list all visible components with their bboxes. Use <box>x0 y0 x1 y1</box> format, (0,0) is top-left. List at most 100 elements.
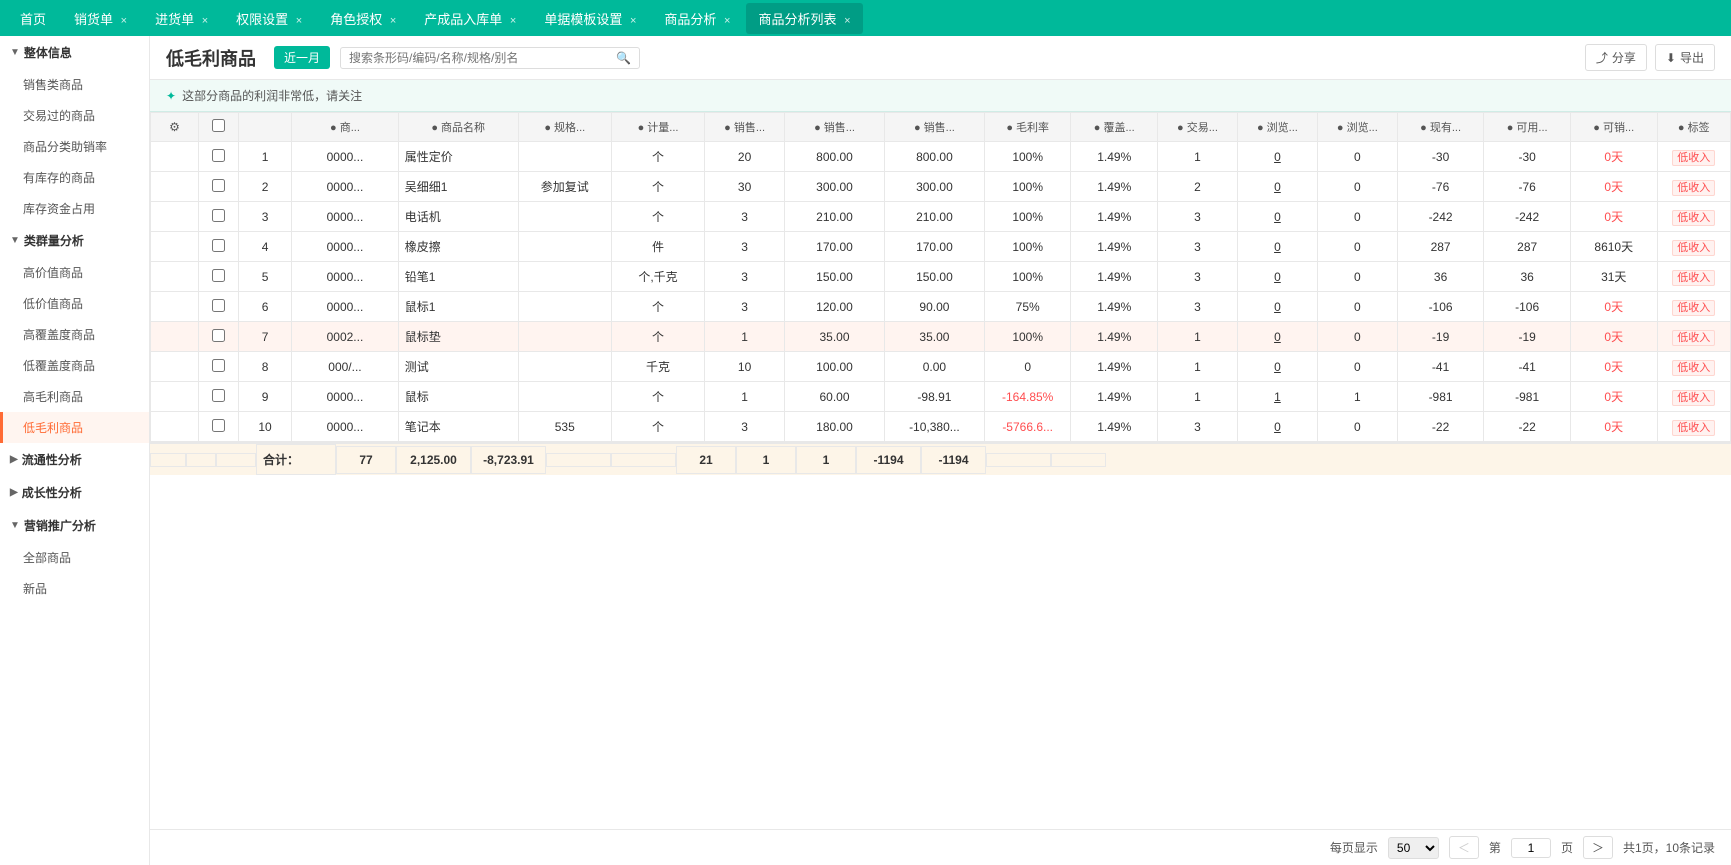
nav-purchase-close[interactable]: × <box>202 15 208 27</box>
row-checkbox[interactable] <box>212 239 225 252</box>
views1-link[interactable]: 0 <box>1274 360 1281 374</box>
row-views1[interactable]: 0 <box>1237 142 1317 172</box>
row-checkbox[interactable] <box>212 269 225 282</box>
share-button[interactable]: ⤴ 分享 <box>1585 44 1647 71</box>
page-number-input[interactable] <box>1511 838 1551 858</box>
col-header-check[interactable] <box>198 113 238 142</box>
col-header-current-stock[interactable]: ● 现有... <box>1397 113 1484 142</box>
col-header-sales-cost[interactable]: ● 销售... <box>884 113 984 142</box>
sidebar-item-sales-products[interactable]: 销售类商品 <box>0 69 149 100</box>
views1-link[interactable]: 0 <box>1274 270 1281 284</box>
row-checkbox-cell[interactable] <box>198 262 238 292</box>
sidebar-item-in-stock[interactable]: 有库存的商品 <box>0 162 149 193</box>
col-header-settings[interactable]: ⚙ <box>151 113 199 142</box>
nav-analysis-list[interactable]: 商品分析列表 × <box>746 3 862 34</box>
row-checkbox[interactable] <box>212 389 225 402</box>
sidebar-item-all-products[interactable]: 全部商品 <box>0 542 149 573</box>
nav-role[interactable]: 角色授权 × <box>318 3 408 34</box>
views1-link[interactable]: 0 <box>1274 300 1281 314</box>
row-checkbox-cell[interactable] <box>198 142 238 172</box>
row-views1[interactable]: 0 <box>1237 352 1317 382</box>
sidebar-section-growth[interactable]: ▶ 成长性分析 <box>0 476 149 509</box>
row-checkbox[interactable] <box>212 329 225 342</box>
nav-product-entry-close[interactable]: × <box>510 15 516 27</box>
row-views1[interactable]: 0 <box>1237 322 1317 352</box>
sidebar-section-liquidity[interactable]: ▶ 流通性分析 <box>0 443 149 476</box>
row-checkbox-cell[interactable] <box>198 412 238 442</box>
row-checkbox[interactable] <box>212 179 225 192</box>
nav-template-close[interactable]: × <box>630 15 636 27</box>
sidebar-item-new-products[interactable]: 新品 <box>0 573 149 604</box>
nav-analysis-list-close[interactable]: × <box>844 15 850 27</box>
nav-home[interactable]: 首页 <box>8 3 58 34</box>
row-views1[interactable]: 0 <box>1237 232 1317 262</box>
period-button[interactable]: 近一月 <box>274 46 330 69</box>
search-icon[interactable]: 🔍 <box>616 51 631 65</box>
row-views1[interactable]: 0 <box>1237 292 1317 322</box>
views1-link[interactable]: 0 <box>1274 180 1281 194</box>
row-checkbox-cell[interactable] <box>198 172 238 202</box>
col-header-tag[interactable]: ● 标签 <box>1657 113 1730 142</box>
views1-link[interactable]: 0 <box>1274 420 1281 434</box>
col-header-available[interactable]: ● 可用... <box>1484 113 1571 142</box>
col-header-spec[interactable]: ● 规格... <box>518 113 611 142</box>
row-checkbox-cell[interactable] <box>198 382 238 412</box>
sidebar-item-high-value[interactable]: 高价值商品 <box>0 257 149 288</box>
views1-link[interactable]: 1 <box>1274 390 1281 404</box>
col-header-sales-qty[interactable]: ● 销售... <box>705 113 785 142</box>
row-checkbox[interactable] <box>212 419 225 432</box>
sidebar-item-traded[interactable]: 交易过的商品 <box>0 100 149 131</box>
row-views1[interactable]: 0 <box>1237 412 1317 442</box>
row-checkbox[interactable] <box>212 299 225 312</box>
prev-page-btn[interactable]: ＜ <box>1449 836 1479 859</box>
col-header-unit[interactable]: ● 计量... <box>611 113 704 142</box>
views1-link[interactable]: 0 <box>1274 210 1281 224</box>
row-checkbox-cell[interactable] <box>198 322 238 352</box>
select-all-checkbox[interactable] <box>212 119 225 132</box>
row-checkbox[interactable] <box>212 149 225 162</box>
sidebar-item-low-margin[interactable]: 低毛利商品 <box>0 412 149 443</box>
row-checkbox-cell[interactable] <box>198 292 238 322</box>
next-page-btn[interactable]: ＞ <box>1583 836 1613 859</box>
nav-sales[interactable]: 销货单 × <box>62 3 139 34</box>
row-checkbox[interactable] <box>212 359 225 372</box>
col-header-views2[interactable]: ● 浏览... <box>1317 113 1397 142</box>
row-checkbox-cell[interactable] <box>198 232 238 262</box>
search-input[interactable] <box>349 51 612 65</box>
nav-product-entry[interactable]: 产成品入库单 × <box>412 3 528 34</box>
row-views1[interactable]: 0 <box>1237 202 1317 232</box>
col-header-code[interactable]: ● 商... <box>292 113 399 142</box>
col-header-gross[interactable]: ● 毛利率 <box>984 113 1071 142</box>
col-header-views1[interactable]: ● 浏览... <box>1237 113 1317 142</box>
sidebar-item-high-coverage[interactable]: 高覆盖度商品 <box>0 319 149 350</box>
nav-purchase[interactable]: 进货单 × <box>143 3 220 34</box>
nav-permission[interactable]: 权限设置 × <box>224 3 314 34</box>
nav-template[interactable]: 单据模板设置 × <box>532 3 648 34</box>
row-views1[interactable]: 0 <box>1237 262 1317 292</box>
views1-link[interactable]: 0 <box>1274 240 1281 254</box>
views1-link[interactable]: 0 <box>1274 150 1281 164</box>
row-views1[interactable]: 1 <box>1237 382 1317 412</box>
sidebar-item-high-margin[interactable]: 高毛利商品 <box>0 381 149 412</box>
row-checkbox-cell[interactable] <box>198 352 238 382</box>
col-header-coverage[interactable]: ● 覆盖... <box>1071 113 1158 142</box>
nav-permission-close[interactable]: × <box>296 15 302 27</box>
sidebar-section-marketing[interactable]: ▼ 营销推广分析 <box>0 509 149 542</box>
col-header-transactions[interactable]: ● 交易... <box>1158 113 1238 142</box>
col-header-sales-amt[interactable]: ● 销售... <box>785 113 885 142</box>
export-button[interactable]: ⬇ 导出 <box>1655 44 1715 71</box>
sidebar-section-overall[interactable]: ▼ 整体信息 <box>0 36 149 69</box>
col-header-sellable[interactable]: ● 可销... <box>1570 113 1657 142</box>
sidebar-section-cluster[interactable]: ▼ 类群量分析 <box>0 224 149 257</box>
views1-link[interactable]: 0 <box>1274 330 1281 344</box>
row-checkbox[interactable] <box>212 209 225 222</box>
sidebar-item-low-coverage[interactable]: 低覆盖度商品 <box>0 350 149 381</box>
nav-role-close[interactable]: × <box>390 15 396 27</box>
nav-analysis[interactable]: 商品分析 × <box>652 3 742 34</box>
sidebar-item-capital[interactable]: 库存资金占用 <box>0 193 149 224</box>
per-page-select[interactable]: 50 20 100 <box>1388 837 1439 859</box>
sidebar-item-category-rate[interactable]: 商品分类助销率 <box>0 131 149 162</box>
sidebar-item-low-value[interactable]: 低价值商品 <box>0 288 149 319</box>
row-views1[interactable]: 0 <box>1237 172 1317 202</box>
row-checkbox-cell[interactable] <box>198 202 238 232</box>
